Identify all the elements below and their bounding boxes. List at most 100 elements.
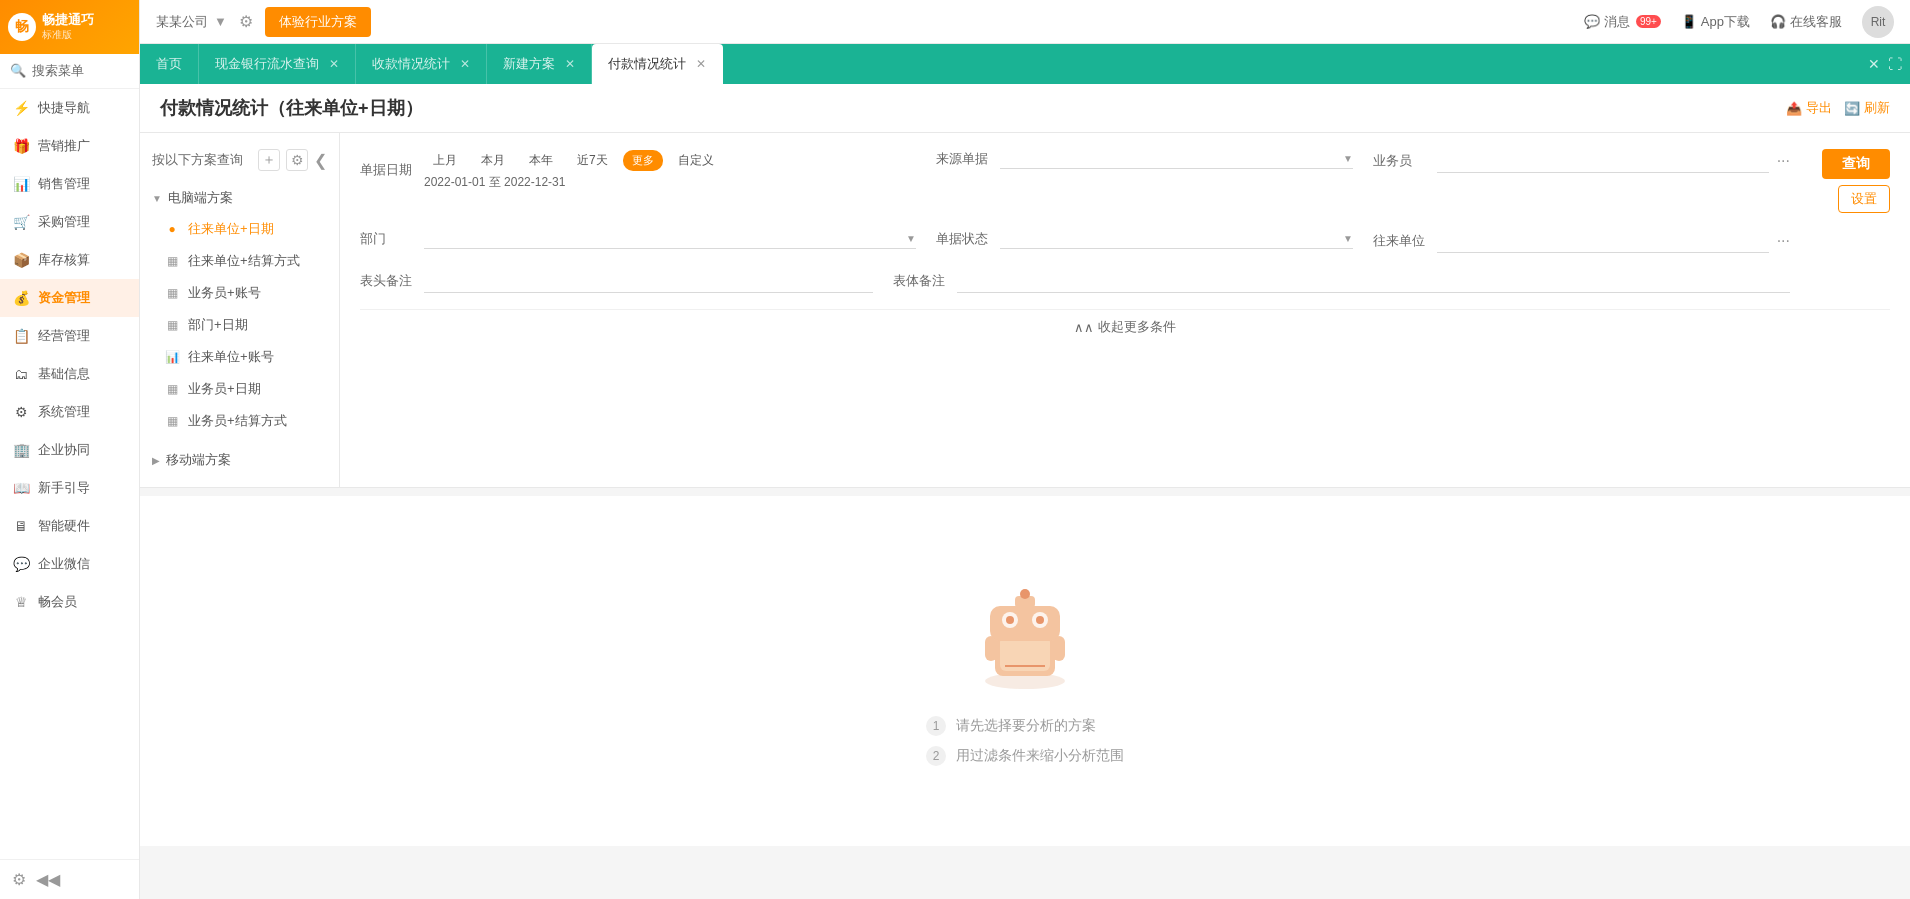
svg-point-11 [1020,589,1030,599]
filter-item-body-note: 表体备注 [893,269,1790,293]
query-button[interactable]: 查询 [1822,149,1890,179]
tab-payment-close[interactable]: ✕ [696,57,706,71]
tab-receipt[interactable]: 收款情况统计 ✕ [356,44,487,84]
sidebar-item-finance[interactable]: 💰资金管理 [0,279,139,317]
date-btn-more[interactable]: 更多 [623,150,663,171]
partner-input[interactable] [1437,229,1769,253]
sidebar-item-basic[interactable]: 🗂基础信息 [0,355,139,393]
nav-label-enterprise: 企业协同 [38,441,90,459]
notifications-action[interactable]: 💬 消息 99+ [1584,13,1661,31]
scheme-group-desktop: ▼ 电脑端方案 ● 往来单位+日期 ▦ 往来单位+结算方式 [140,179,339,441]
sidebar-item-hardware[interactable]: 🖥智能硬件 [0,507,139,545]
scheme-group-mobile-header[interactable]: ▶ 移动端方案 [140,445,339,475]
scheme-icon-salesperson-settle: ▦ [164,413,180,429]
scheme-item-partner-settle[interactable]: ▦ 往来单位+结算方式 [140,245,339,277]
header-note-input[interactable] [424,269,873,293]
nav-label-quick-nav: 快捷导航 [38,99,90,117]
sidebar-item-marketing[interactable]: 🎁营销推广 [0,127,139,165]
sidebar-item-enterprise[interactable]: 🏢企业协同 [0,431,139,469]
sidebar-item-system[interactable]: ⚙系统管理 [0,393,139,431]
tab-payment[interactable]: 付款情况统计 ✕ [592,44,723,84]
dept-select[interactable]: ▼ [424,229,916,249]
scheme-item-dept-date[interactable]: ▦ 部门+日期 [140,309,339,341]
tab-bank-close[interactable]: ✕ [329,57,339,71]
header-settings-icon[interactable]: ⚙ [239,12,253,31]
date-btn-this-year[interactable]: 本年 [520,149,562,172]
body-note-control [957,269,1790,293]
scheme-item-salesperson-date[interactable]: ▦ 业务员+日期 [140,373,339,405]
settings-small-button[interactable]: 设置 [1838,185,1890,213]
manage-scheme-icon[interactable]: ⚙ [286,149,308,171]
avatar[interactable]: Rit [1862,6,1894,38]
scheme-item-partner-date[interactable]: ● 往来单位+日期 [140,213,339,245]
collapse-scheme-icon[interactable]: ❮ [314,151,327,170]
scheme-group-desktop-header[interactable]: ▼ 电脑端方案 [140,183,339,213]
tab-home[interactable]: 首页 [140,44,199,84]
date-btn-7days[interactable]: 近7天 [568,149,617,172]
add-scheme-icon[interactable]: ＋ [258,149,280,171]
partner-ellipsis[interactable]: ··· [1777,232,1790,250]
filter-item-source: 来源单据 ▼ [936,149,1353,169]
collapse-more-button[interactable]: ∧∧ 收起更多条件 [360,309,1890,344]
filter-row-1: 单据日期 上月 本月 本年 近7天 更多 自定义 20 [360,149,1890,213]
scheme-label-salesperson-settle: 业务员+结算方式 [188,412,287,430]
sidebar-item-newbie[interactable]: 📖新手引导 [0,469,139,507]
search-menu[interactable]: 🔍 搜索菜单 [0,54,139,89]
tab-new-plan-close[interactable]: ✕ [565,57,575,71]
salesperson-input[interactable] [1437,149,1769,173]
sidebar-item-sales[interactable]: 📊销售管理 [0,165,139,203]
scheme-radio-icon-partner-date: ● [164,221,180,237]
nav-icon-inventory: 📦 [12,251,30,269]
scheme-icon-dept-date: ▦ [164,317,180,333]
voucher-status-label: 单据状态 [936,230,992,248]
trial-button[interactable]: 体验行业方案 [265,7,371,37]
nav-icon-basic: 🗂 [12,365,30,383]
tab-bar: 首页 现金银行流水查询 ✕ 收款情况统计 ✕ 新建方案 ✕ 付款情况统计 ✕ ✕… [140,44,1910,84]
export-label: 导出 [1806,99,1832,117]
source-control: ▼ [1000,149,1353,169]
date-btn-this-month[interactable]: 本月 [472,149,514,172]
export-button[interactable]: 📤 导出 [1786,99,1832,117]
header-note-control [424,269,873,293]
company-name: 某某公司 [156,13,208,31]
tab-close-all-icon[interactable]: ✕ [1868,56,1880,72]
online-service-label: 在线客服 [1790,13,1842,31]
tab-fullscreen-icon[interactable]: ⛶ [1888,56,1902,72]
scheme-item-salesperson-settle[interactable]: ▦ 业务员+结算方式 [140,405,339,437]
tab-new-plan[interactable]: 新建方案 ✕ [487,44,592,84]
scheme-item-partner-account[interactable]: 📊 往来单位+账号 [140,341,339,373]
scheme-item-salesperson-account[interactable]: ▦ 业务员+账号 [140,277,339,309]
app-download-action[interactable]: 📱 App下载 [1681,13,1750,31]
sidebar-item-inventory[interactable]: 📦库存核算 [0,241,139,279]
service-icon: 🎧 [1770,14,1786,29]
sidebar-item-vip[interactable]: ♕畅会员 [0,583,139,621]
tab-receipt-close[interactable]: ✕ [460,57,470,71]
logo-icon: 畅 [8,13,36,41]
sidebar-item-purchase[interactable]: 🛒采购管理 [0,203,139,241]
sidebar-item-quick-nav[interactable]: ⚡快捷导航 [0,89,139,127]
nav-label-hardware: 智能硬件 [38,517,90,535]
collapse-sidebar-icon[interactable]: ◀◀ [36,870,60,889]
header-left: 某某公司 ▼ ⚙ 体验行业方案 [156,7,371,37]
filter-form: 单据日期 上月 本月 本年 近7天 更多 自定义 20 [340,133,1910,487]
company-selector[interactable]: 某某公司 ▼ [156,13,227,31]
date-btn-custom[interactable]: 自定义 [669,149,723,172]
scheme-icon-partner-account: 📊 [164,349,180,365]
salesperson-ellipsis[interactable]: ··· [1777,152,1790,170]
status-select[interactable]: ▼ [1000,229,1353,249]
sidebar-item-wechat[interactable]: 💬企业微信 [0,545,139,583]
refresh-button[interactable]: 🔄 刷新 [1844,99,1890,117]
notifications-badge: 99+ [1636,15,1661,28]
settings-icon[interactable]: ⚙ [12,870,26,889]
body-note-input[interactable] [957,269,1790,293]
online-service-action[interactable]: 🎧 在线客服 [1770,13,1842,31]
tab-bank[interactable]: 现金银行流水查询 ✕ [199,44,356,84]
sidebar-item-operation[interactable]: 📋经营管理 [0,317,139,355]
scheme-panel-header: 按以下方案查询 ＋ ⚙ ❮ [140,141,339,179]
export-icon: 📤 [1786,101,1802,116]
svg-point-8 [1006,616,1014,624]
source-select[interactable]: ▼ [1000,149,1353,169]
date-range-display: 2022-01-01 至 2022-12-31 [424,174,916,191]
date-btn-last-month[interactable]: 上月 [424,149,466,172]
nav-label-marketing: 营销推广 [38,137,90,155]
